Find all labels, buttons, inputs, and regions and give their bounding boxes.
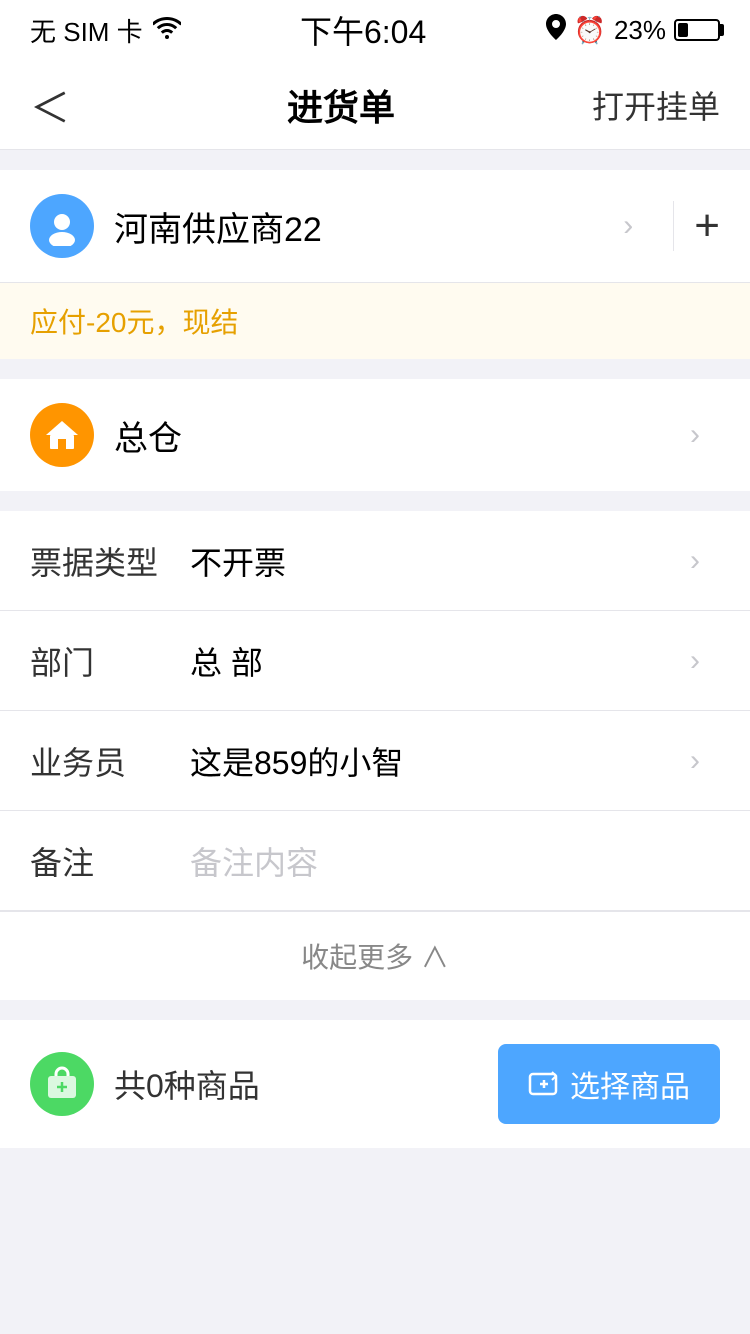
department-value: 总 部: [170, 638, 690, 684]
salesperson-chevron-icon: ›: [690, 744, 700, 778]
form-section: 票据类型 不开票 › 部门 总 部 › 业务员 这是859的小智 › 备注 备注…: [0, 511, 750, 1000]
section-gap-1: [0, 150, 750, 170]
wifi-icon: [153, 15, 181, 46]
collapse-label: 收起更多 ∧: [301, 936, 449, 976]
remark-row[interactable]: 备注 备注内容: [0, 811, 750, 911]
back-button[interactable]: ＜: [30, 76, 90, 134]
section-gap-3: [0, 491, 750, 511]
select-product-button[interactable]: 选择商品: [498, 1044, 720, 1124]
warehouse-card[interactable]: 总仓 ›: [0, 379, 750, 491]
divider: [673, 201, 674, 251]
carrier-label: 无 SIM 卡: [30, 12, 143, 49]
warehouse-name: 总仓: [114, 411, 690, 460]
supplier-avatar: [30, 194, 94, 258]
add-supplier-button[interactable]: +: [694, 204, 720, 248]
ticket-type-label: 票据类型: [30, 538, 170, 584]
salesperson-value: 这是859的小智: [170, 738, 690, 784]
section-gap-2: [0, 359, 750, 379]
nav-bar: ＜ 进货单 打开挂单: [0, 60, 750, 150]
warehouse-row[interactable]: 总仓 ›: [0, 379, 750, 491]
ticket-type-row[interactable]: 票据类型 不开票 ›: [0, 511, 750, 611]
open-pending-button[interactable]: 打开挂单: [592, 82, 720, 128]
status-bar: 无 SIM 卡 下午6:04 ⏰ 23%: [0, 0, 750, 60]
collapse-button[interactable]: 收起更多 ∧: [0, 911, 750, 1000]
page-title: 进货单: [287, 79, 395, 131]
status-left: 无 SIM 卡: [30, 12, 181, 49]
department-row[interactable]: 部门 总 部 ›: [0, 611, 750, 711]
supplier-name: 河南供应商22: [114, 202, 623, 251]
select-product-label: 选择商品: [570, 1062, 690, 1106]
battery-pct: 23%: [614, 15, 666, 46]
ticket-type-value: 不开票: [170, 538, 690, 584]
notice-text: 应付-20元，现结: [30, 307, 238, 338]
supplier-card: 河南供应商22 › + 应付-20元，现结: [0, 170, 750, 359]
notice-row: 应付-20元，现结: [0, 283, 750, 359]
salesperson-row[interactable]: 业务员 这是859的小智 ›: [0, 711, 750, 811]
dept-chevron-icon: ›: [690, 644, 700, 678]
ticket-chevron-icon: ›: [690, 544, 700, 578]
battery-icon: [674, 19, 720, 41]
remark-label: 备注: [30, 838, 170, 884]
status-right: ⏰ 23%: [546, 14, 720, 47]
status-time: 下午6:04: [300, 7, 426, 53]
product-count-label: 共0种商品: [114, 1061, 498, 1107]
warehouse-icon: [30, 403, 94, 467]
product-section: 共0种商品 选择商品: [0, 1020, 750, 1148]
salesperson-label: 业务员: [30, 738, 170, 784]
supplier-chevron-icon: ›: [623, 209, 633, 243]
department-label: 部门: [30, 638, 170, 684]
warehouse-chevron-icon: ›: [690, 418, 700, 452]
alarm-icon: ⏰: [574, 15, 606, 46]
product-icon: [30, 1052, 94, 1116]
location-icon: [546, 14, 566, 47]
supplier-row[interactable]: 河南供应商22 › +: [0, 170, 750, 283]
remark-input[interactable]: 备注内容: [170, 838, 720, 884]
